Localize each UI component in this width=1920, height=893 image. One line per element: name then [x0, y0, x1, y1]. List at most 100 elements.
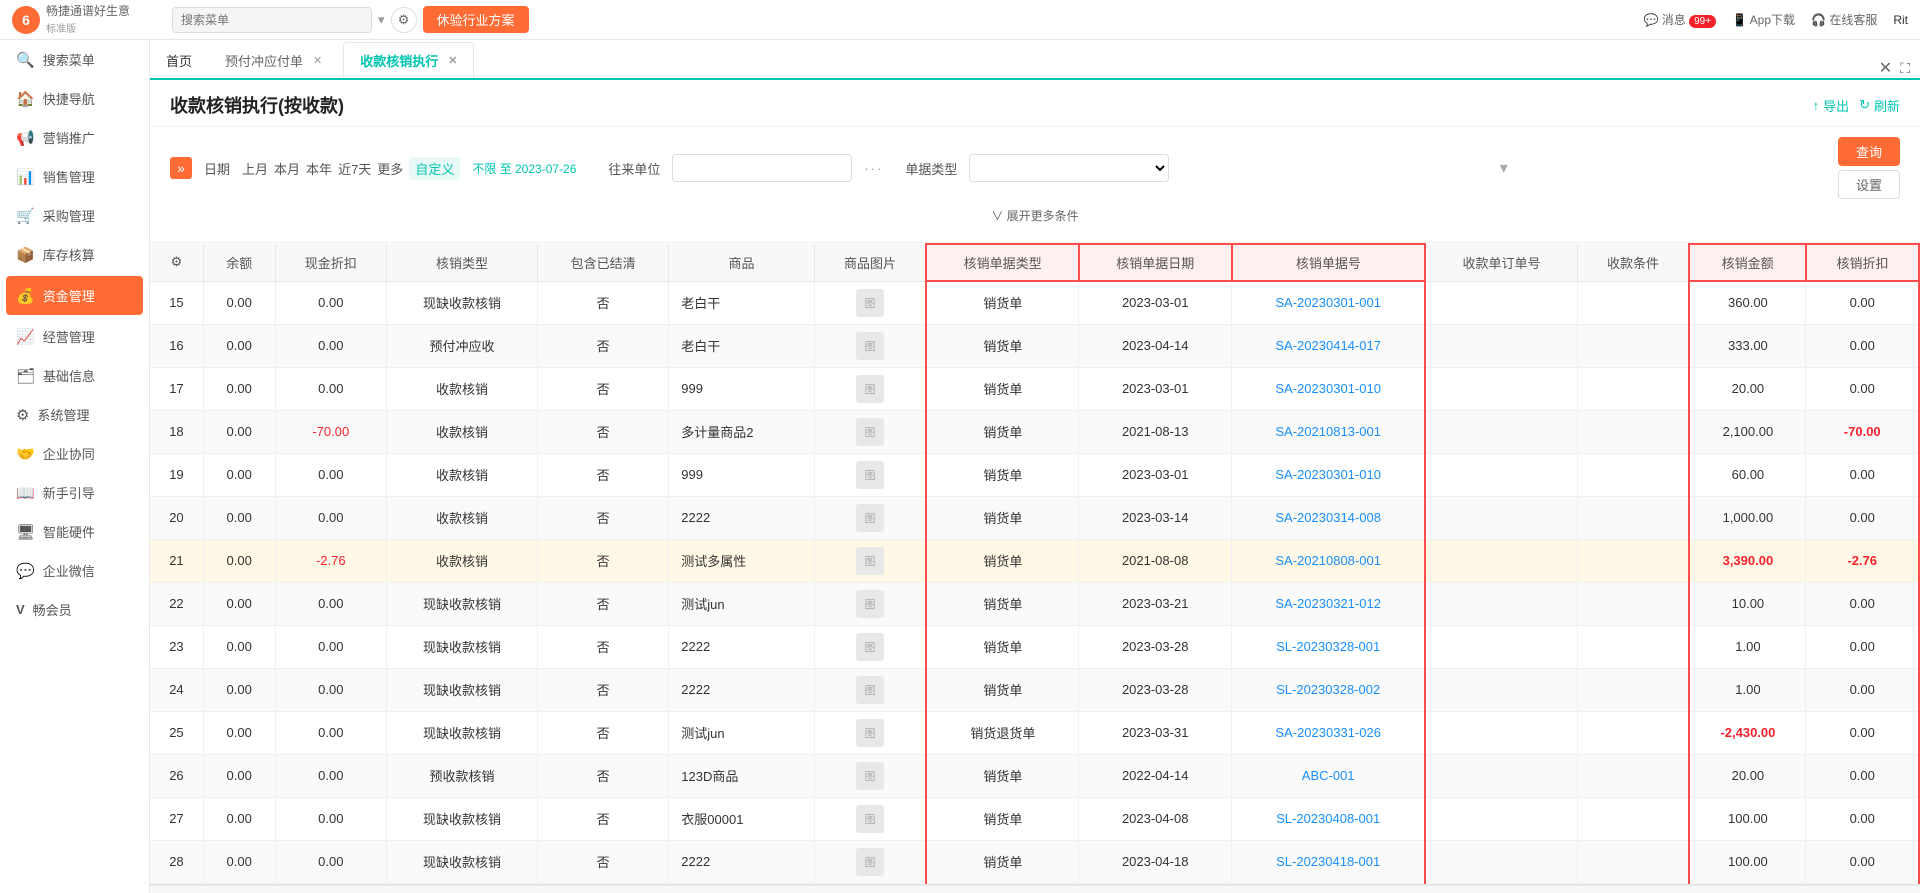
cell-receipt-condition — [1577, 668, 1689, 711]
sidebar-item-marketing[interactable]: 📢 营销推广 — [0, 118, 149, 157]
search-input[interactable] — [172, 7, 372, 33]
from-unit-input[interactable] — [672, 154, 852, 182]
cell-writeoff-bill-type: 销货退货单 — [926, 711, 1079, 754]
writeoff-bill-no-link[interactable]: SA-20230301-010 — [1275, 381, 1381, 396]
sidebar-item-purchase[interactable]: 🛒 采购管理 — [0, 196, 149, 235]
date-custom[interactable]: 自定义 — [409, 157, 460, 180]
cell-writeoff-discount: 0.00 — [1806, 668, 1919, 711]
cell-writeoff-discount: -70.00 — [1806, 410, 1919, 453]
writeoff-bill-no-link[interactable]: SA-20230301-010 — [1275, 467, 1381, 482]
sidebar-item-label: 经营管理 — [43, 327, 95, 346]
finance-icon: 💰 — [16, 287, 35, 305]
cell-writeoff-date: 2021-08-13 — [1079, 410, 1232, 453]
expand-filter-button[interactable]: » — [170, 157, 192, 179]
app-download-link[interactable]: 📱 App下载 — [1732, 11, 1795, 28]
single-type-select[interactable] — [969, 154, 1169, 182]
sidebar-item-system[interactable]: ⚙ 系统管理 — [0, 395, 149, 434]
date-this-month[interactable]: 本月 — [274, 159, 300, 178]
tab-writeoff[interactable]: 收款核销执行 ✕ — [343, 42, 474, 78]
refresh-button[interactable]: ↻ 刷新 — [1859, 96, 1900, 115]
cell-receipt-order-no — [1425, 410, 1577, 453]
sidebar-item-vip[interactable]: V 畅会员 — [0, 590, 149, 629]
sidebar-item-basic-info[interactable]: 🗂 基础信息 — [0, 356, 149, 395]
tab-writeoff-close-icon[interactable]: ✕ — [448, 54, 457, 67]
tab-home[interactable]: 首页 — [150, 43, 208, 78]
sidebar-item-sales[interactable]: 📊 销售管理 — [0, 157, 149, 196]
cell-writeoff-amount: 20.00 — [1689, 754, 1806, 797]
tab-prepay[interactable]: 预付冲应付单 ✕ — [208, 42, 339, 78]
expand-more-row: ∨ 展开更多条件 — [170, 199, 1900, 232]
sidebar-item-quick-nav[interactable]: 🏠 快捷导航 — [0, 79, 149, 118]
writeoff-bill-no-link[interactable]: SA-20230414-017 — [1275, 338, 1381, 353]
cell-product-img: 图 — [814, 797, 926, 840]
logo-badge: 标准版 — [46, 20, 130, 35]
dropdown-arrow-icon[interactable]: ▾ — [378, 12, 385, 28]
sidebar-item-guide[interactable]: 📖 新手引导 — [0, 473, 149, 512]
cell-writeoff-type: 收款核销 — [386, 410, 537, 453]
sidebar-item-wechat[interactable]: 💬 企业微信 — [0, 551, 149, 590]
sidebar-item-label: 资金管理 — [43, 286, 95, 305]
export-button[interactable]: ↑ 导出 — [1813, 96, 1850, 115]
expand-more-button[interactable]: ∨ 展开更多条件 — [170, 203, 1900, 228]
writeoff-bill-no-link[interactable]: ABC-001 — [1302, 768, 1355, 783]
cell-no: 22 — [150, 582, 203, 625]
writeoff-bill-no-link[interactable]: SA-20230301-001 — [1275, 295, 1381, 310]
message-icon[interactable]: 💬 消息 99+ — [1643, 11, 1716, 28]
table-body: 150.000.00现缺收款核销否老白干图销货单2023-03-01SA-202… — [150, 281, 1919, 883]
cell-receipt-order-no — [1425, 668, 1577, 711]
writeoff-bill-no-link[interactable]: SL-20230408-001 — [1276, 811, 1380, 826]
writeoff-bill-no-link[interactable]: SA-20210808-001 — [1275, 553, 1381, 568]
date-last-month[interactable]: 上月 — [242, 159, 268, 178]
tab-prepay-close-icon[interactable]: ✕ — [313, 54, 322, 67]
col-receipt-condition-header: 收款条件 — [1577, 244, 1689, 281]
filter-row: » 日期 上月 本月 本年 近7天 更多 自定义 不限 至 2023-07-26… — [170, 137, 1900, 199]
industry-solution-button[interactable]: 休验行业方案 — [423, 6, 529, 33]
cell-product: 老白干 — [669, 324, 814, 367]
sidebar-item-inventory[interactable]: 📦 库存核算 — [0, 235, 149, 274]
user-name[interactable]: Rit — [1893, 13, 1908, 27]
sidebar-item-finance[interactable]: 💰 资金管理 — [6, 276, 143, 315]
settings-button[interactable]: 设置 — [1838, 170, 1900, 199]
writeoff-bill-no-link[interactable]: SA-20230321-012 — [1275, 596, 1381, 611]
cell-include-closed: 否 — [538, 625, 669, 668]
cell-include-closed: 否 — [538, 410, 669, 453]
online-service-link[interactable]: 🎧 在线客服 — [1811, 11, 1877, 28]
search-area: ▾ ⚙ 休验行业方案 — [172, 6, 1633, 33]
cell-writeoff-discount: 0.00 — [1806, 324, 1919, 367]
query-button[interactable]: 查询 — [1838, 137, 1900, 166]
cell-product-img: 图 — [814, 496, 926, 539]
cell-product: 999 — [669, 453, 814, 496]
window-close-icon[interactable]: ✕ — [1879, 58, 1892, 78]
date-this-year[interactable]: 本年 — [306, 159, 332, 178]
writeoff-bill-no-link[interactable]: SA-20210813-001 — [1275, 424, 1381, 439]
cell-include-closed: 否 — [538, 582, 669, 625]
col-settings-header[interactable]: ⚙ — [150, 244, 203, 281]
cell-writeoff-bill-type: 销货单 — [926, 797, 1079, 840]
writeoff-bill-no-link[interactable]: SA-20230314-008 — [1275, 510, 1381, 525]
date-7-days[interactable]: 近7天 — [338, 159, 371, 178]
content-area: 首页 预付冲应付单 ✕ 收款核销执行 ✕ ✕ ⛶ 收款核销执行(按收款) ↑ — [150, 40, 1920, 893]
cell-writeoff-type: 收款核销 — [386, 453, 537, 496]
writeoff-bill-no-link[interactable]: SL-20230328-001 — [1276, 639, 1380, 654]
writeoff-bill-no-link[interactable]: SL-20230328-002 — [1276, 682, 1380, 697]
cell-cash-discount: 0.00 — [275, 840, 386, 883]
cell-receipt-condition — [1577, 840, 1689, 883]
sidebar-item-hardware[interactable]: 🖥 智能硬件 — [0, 512, 149, 551]
page-header: 收款核销执行(按收款) ↑ 导出 ↻ 刷新 — [150, 80, 1920, 127]
cell-balance: 0.00 — [203, 324, 275, 367]
sidebar-item-label: 畅会员 — [33, 600, 72, 619]
settings-icon[interactable]: ⚙ — [391, 7, 417, 33]
cell-writeoff-type: 现缺收款核销 — [386, 711, 537, 754]
writeoff-bill-no-link[interactable]: SA-20230331-026 — [1275, 725, 1381, 740]
cell-cash-discount: 0.00 — [275, 711, 386, 754]
window-maximize-icon[interactable]: ⛶ — [1900, 60, 1910, 77]
writeoff-bill-no-link[interactable]: SL-20230418-001 — [1276, 854, 1380, 869]
sidebar-item-search[interactable]: 🔍 搜索菜单 — [0, 40, 149, 79]
date-more[interactable]: 更多 — [377, 159, 403, 178]
sidebar-item-operations[interactable]: 📈 经营管理 — [0, 317, 149, 356]
sidebar-item-collaboration[interactable]: 🤝 企业协同 — [0, 434, 149, 473]
cell-no: 27 — [150, 797, 203, 840]
from-unit-label: 往来单位 — [608, 159, 660, 178]
cell-balance: 0.00 — [203, 582, 275, 625]
col-writeoff-type-header: 核销类型 — [386, 244, 537, 281]
